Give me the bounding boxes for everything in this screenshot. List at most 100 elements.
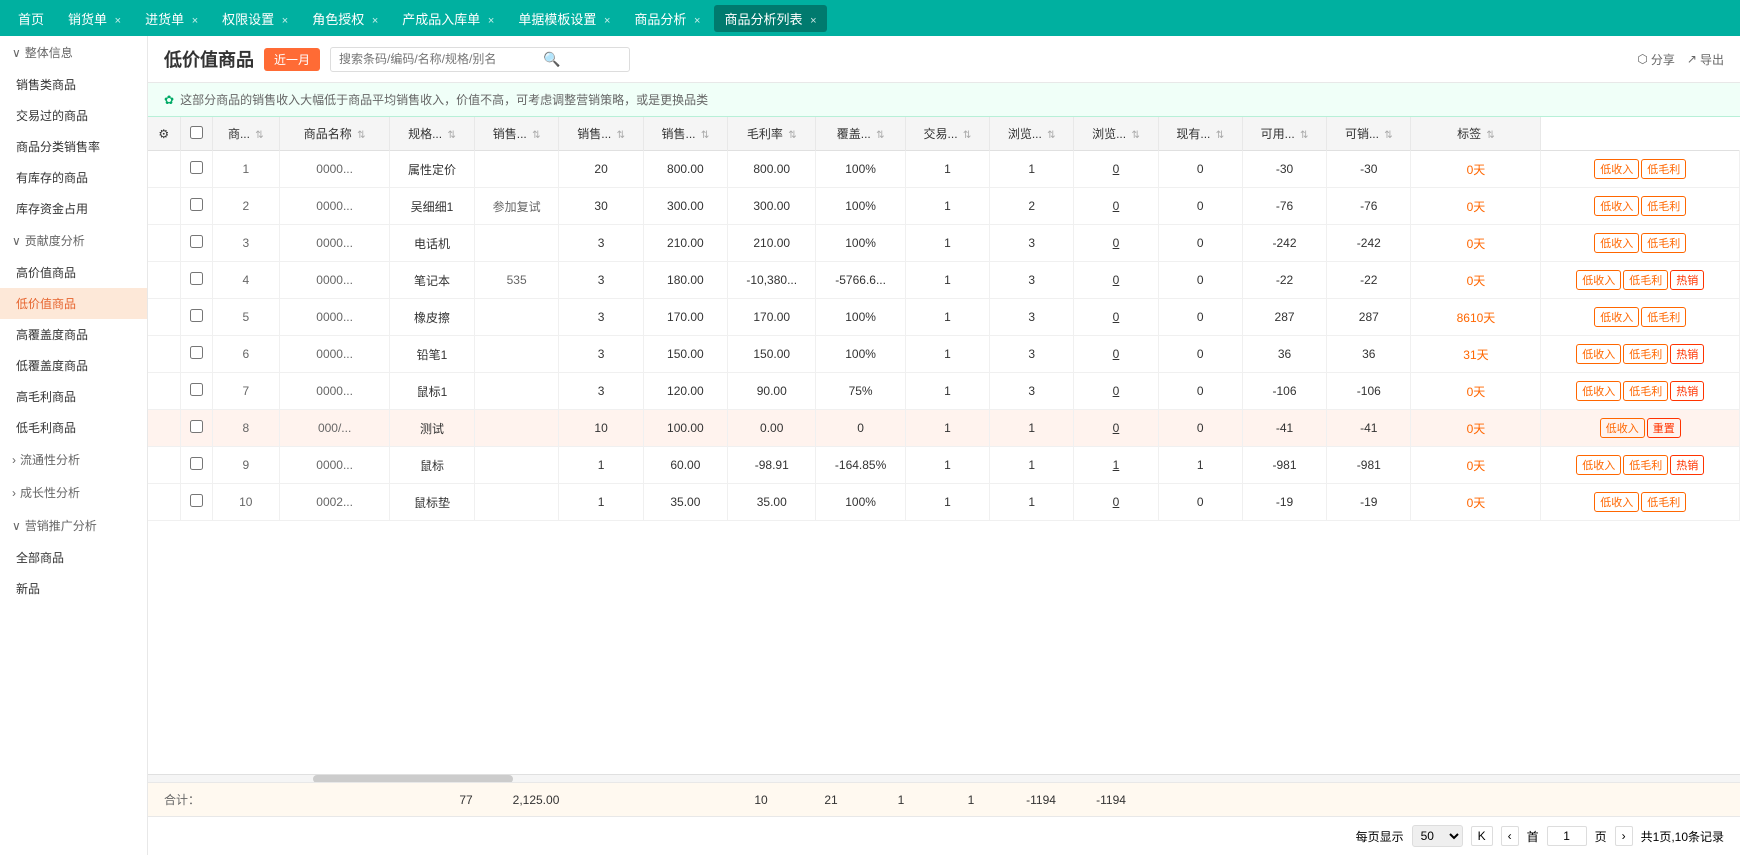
sidebar-item-all-products[interactable]: 全部商品	[0, 542, 147, 573]
nav-template-setting[interactable]: 单据模板设置 ×	[508, 5, 620, 32]
row-checkbox[interactable]	[190, 457, 203, 470]
sidebar-item-low-margin[interactable]: 低毛利商品	[0, 412, 147, 443]
cell-view1[interactable]: 0	[1074, 151, 1158, 188]
view-count-link[interactable]: 0	[1113, 421, 1120, 435]
close-icon[interactable]: ×	[115, 15, 121, 27]
search-input[interactable]	[339, 52, 539, 66]
nav-product-analysis[interactable]: 商品分析 ×	[624, 5, 710, 32]
close-icon[interactable]: ×	[282, 15, 288, 27]
cell-checkbox[interactable]	[180, 151, 212, 188]
share-button[interactable]: ⬡ 分享	[1637, 51, 1675, 68]
view-count-link[interactable]: 0	[1113, 310, 1120, 324]
col-current[interactable]: 现有... ⇅	[1158, 117, 1242, 151]
cell-view1[interactable]: 0	[1074, 373, 1158, 410]
row-checkbox[interactable]	[190, 309, 203, 322]
col-saleable[interactable]: 可销... ⇅	[1327, 117, 1411, 151]
sidebar-item-inventory-funds[interactable]: 库存资金占用	[0, 193, 147, 224]
view-count-link[interactable]: 0	[1113, 236, 1120, 250]
close-icon[interactable]: ×	[810, 15, 816, 27]
row-checkbox[interactable]	[190, 420, 203, 433]
sidebar-section-growth[interactable]: › 成长性分析	[0, 476, 147, 509]
cell-checkbox[interactable]	[180, 447, 212, 484]
col-sales-profit[interactable]: 销售... ⇅	[643, 117, 727, 151]
cell-view1[interactable]: 0	[1074, 225, 1158, 262]
col-checkbox[interactable]	[180, 117, 212, 151]
nav-product-warehouse[interactable]: 产成品入库单 ×	[392, 5, 504, 32]
nav-home[interactable]: 首页	[8, 5, 54, 32]
close-icon[interactable]: ×	[192, 15, 198, 27]
cell-view1[interactable]: 0	[1074, 299, 1158, 336]
close-icon[interactable]: ×	[488, 15, 494, 27]
view-count-link[interactable]: 0	[1113, 495, 1120, 509]
view-count-link[interactable]: 0	[1113, 347, 1120, 361]
close-icon[interactable]: ×	[372, 15, 378, 27]
sidebar-section-liquidity[interactable]: › 流通性分析	[0, 443, 147, 476]
cell-view1[interactable]: 0	[1074, 484, 1158, 521]
col-tags[interactable]: 标签 ⇅	[1411, 117, 1541, 151]
cell-view1[interactable]: 0	[1074, 410, 1158, 447]
col-name[interactable]: 商品名称 ⇅	[280, 117, 390, 151]
col-view2[interactable]: 浏览... ⇅	[1074, 117, 1158, 151]
cell-checkbox[interactable]	[180, 299, 212, 336]
col-coverage[interactable]: 覆盖... ⇅	[816, 117, 905, 151]
cell-view1[interactable]: 0	[1074, 188, 1158, 225]
view-count-link[interactable]: 1	[1113, 458, 1120, 472]
cell-checkbox[interactable]	[180, 262, 212, 299]
cell-view1[interactable]: 1	[1074, 447, 1158, 484]
col-view1[interactable]: 浏览... ⇅	[990, 117, 1074, 151]
sidebar-item-stocked-products[interactable]: 有库存的商品	[0, 162, 147, 193]
sidebar-item-new-products[interactable]: 新品	[0, 573, 147, 604]
col-gear[interactable]: ⚙	[148, 117, 180, 151]
next-page-button[interactable]: ›	[1615, 826, 1633, 846]
cell-checkbox[interactable]	[180, 225, 212, 262]
row-checkbox[interactable]	[190, 161, 203, 174]
sidebar-item-high-value[interactable]: 高价值商品	[0, 257, 147, 288]
horizontal-scrollbar[interactable]	[148, 774, 1740, 782]
sidebar-section-overall[interactable]: ∨ 整体信息	[0, 36, 147, 69]
sidebar-section-contribution[interactable]: ∨ 贡献度分析	[0, 224, 147, 257]
select-all-checkbox[interactable]	[190, 126, 203, 139]
sidebar-item-traded-products[interactable]: 交易过的商品	[0, 100, 147, 131]
view-count-link[interactable]: 0	[1113, 199, 1120, 213]
nav-role-auth[interactable]: 角色授权 ×	[302, 5, 388, 32]
row-checkbox[interactable]	[190, 383, 203, 396]
col-trade[interactable]: 交易... ⇅	[905, 117, 989, 151]
view-count-link[interactable]: 0	[1113, 384, 1120, 398]
export-button[interactable]: ↗ 导出	[1687, 51, 1724, 68]
cell-view1[interactable]: 0	[1074, 262, 1158, 299]
nav-product-analysis-list[interactable]: 商品分析列表 ×	[714, 5, 826, 32]
view-count-link[interactable]: 0	[1113, 273, 1120, 287]
first-page-button[interactable]: K	[1471, 826, 1493, 846]
nav-purchase-order[interactable]: 进货单 ×	[135, 5, 208, 32]
col-available[interactable]: 可用... ⇅	[1242, 117, 1326, 151]
page-size-select[interactable]: 50 100 200	[1412, 825, 1463, 847]
nav-permission[interactable]: 权限设置 ×	[212, 5, 298, 32]
col-spec[interactable]: 规格... ⇅	[390, 117, 475, 151]
sidebar-item-low-value[interactable]: 低价值商品	[0, 288, 147, 319]
cell-checkbox[interactable]	[180, 188, 212, 225]
cell-view1[interactable]: 0	[1074, 336, 1158, 373]
nav-sales-order[interactable]: 销货单 ×	[58, 5, 131, 32]
sidebar-section-marketing[interactable]: ∨ 营销推广分析	[0, 509, 147, 542]
cell-checkbox[interactable]	[180, 373, 212, 410]
filter-recent-month-button[interactable]: 近一月	[264, 48, 320, 71]
sidebar-item-high-coverage[interactable]: 高覆盖度商品	[0, 319, 147, 350]
table-container[interactable]: ⚙ 商... ⇅ 商品名称 ⇅ 规格... ⇅ 销售... ⇅ 销售... ⇅ …	[148, 117, 1740, 774]
col-code[interactable]: 商... ⇅	[212, 117, 280, 151]
sidebar-item-high-margin[interactable]: 高毛利商品	[0, 381, 147, 412]
close-icon[interactable]: ×	[694, 15, 700, 27]
page-number-input[interactable]	[1547, 826, 1587, 846]
sidebar-item-category-sales-rate[interactable]: 商品分类销售率	[0, 131, 147, 162]
col-margin[interactable]: 毛利率 ⇅	[728, 117, 816, 151]
cell-checkbox[interactable]	[180, 484, 212, 521]
view-count-link[interactable]: 0	[1113, 162, 1120, 176]
col-sales-amount[interactable]: 销售... ⇅	[559, 117, 643, 151]
row-checkbox[interactable]	[190, 494, 203, 507]
sidebar-item-low-coverage[interactable]: 低覆盖度商品	[0, 350, 147, 381]
row-checkbox[interactable]	[190, 346, 203, 359]
search-icon[interactable]: 🔍	[543, 51, 560, 68]
cell-checkbox[interactable]	[180, 336, 212, 373]
row-checkbox[interactable]	[190, 235, 203, 248]
prev-page-button[interactable]: ‹	[1501, 826, 1519, 846]
cell-checkbox[interactable]	[180, 410, 212, 447]
